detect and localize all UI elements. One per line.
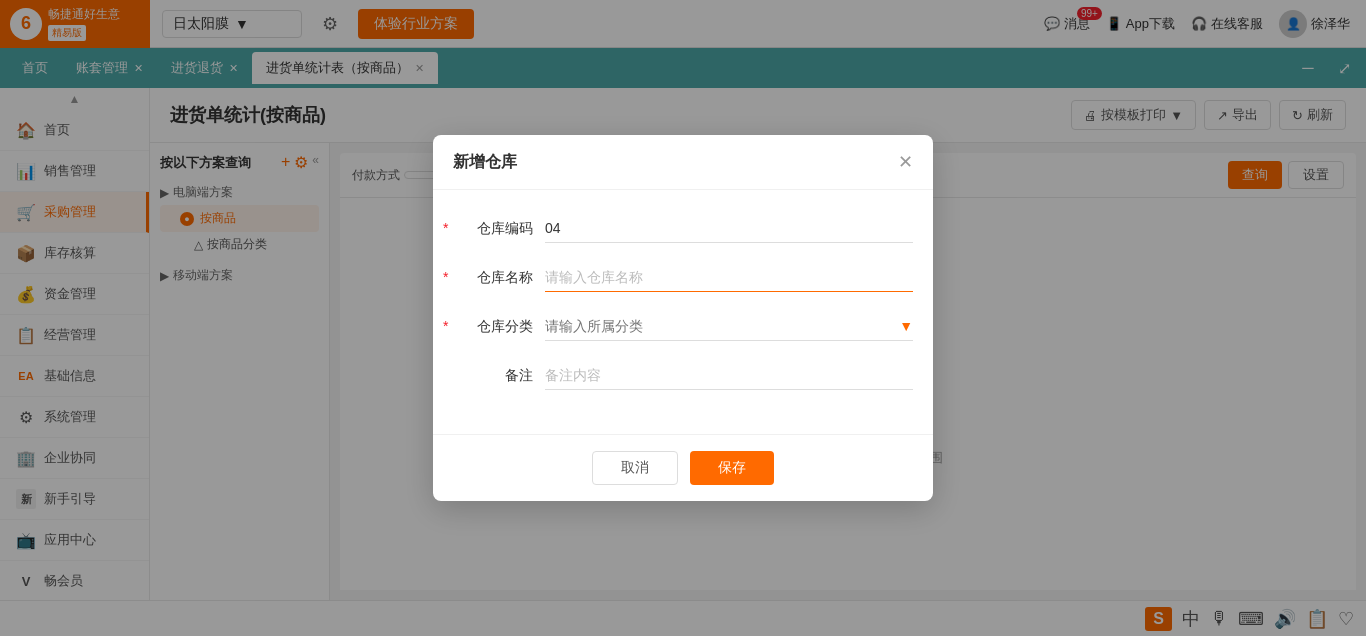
form-row-name: 仓库名称 [453,263,913,292]
modal-header: 新增仓库 ✕ [433,135,933,190]
category-input[interactable] [545,318,899,334]
warehouse-category-select[interactable]: ▼ [545,312,913,341]
modal-close-button[interactable]: ✕ [898,151,913,173]
note-label: 备注 [453,367,533,385]
category-label: 仓库分类 [453,318,533,336]
save-button[interactable]: 保存 [690,451,774,485]
code-label: 仓库编码 [453,220,533,238]
warehouse-name-input[interactable] [545,263,913,292]
modal-overlay[interactable]: 新增仓库 ✕ 仓库编码 仓库名称 仓库分类 ▼ [0,0,1366,636]
modal-body: 仓库编码 仓库名称 仓库分类 ▼ 备注 [433,190,933,434]
warehouse-code-input[interactable] [545,214,913,243]
cancel-button[interactable]: 取消 [592,451,678,485]
category-dropdown-arrow: ▼ [899,318,913,334]
add-warehouse-modal: 新增仓库 ✕ 仓库编码 仓库名称 仓库分类 ▼ [433,135,933,501]
modal-title: 新增仓库 [453,152,517,173]
form-row-note: 备注 [453,361,913,390]
form-row-category: 仓库分类 ▼ [453,312,913,341]
modal-footer: 取消 保存 [433,434,933,501]
note-input[interactable] [545,361,913,390]
name-label: 仓库名称 [453,269,533,287]
form-row-code: 仓库编码 [453,214,913,243]
